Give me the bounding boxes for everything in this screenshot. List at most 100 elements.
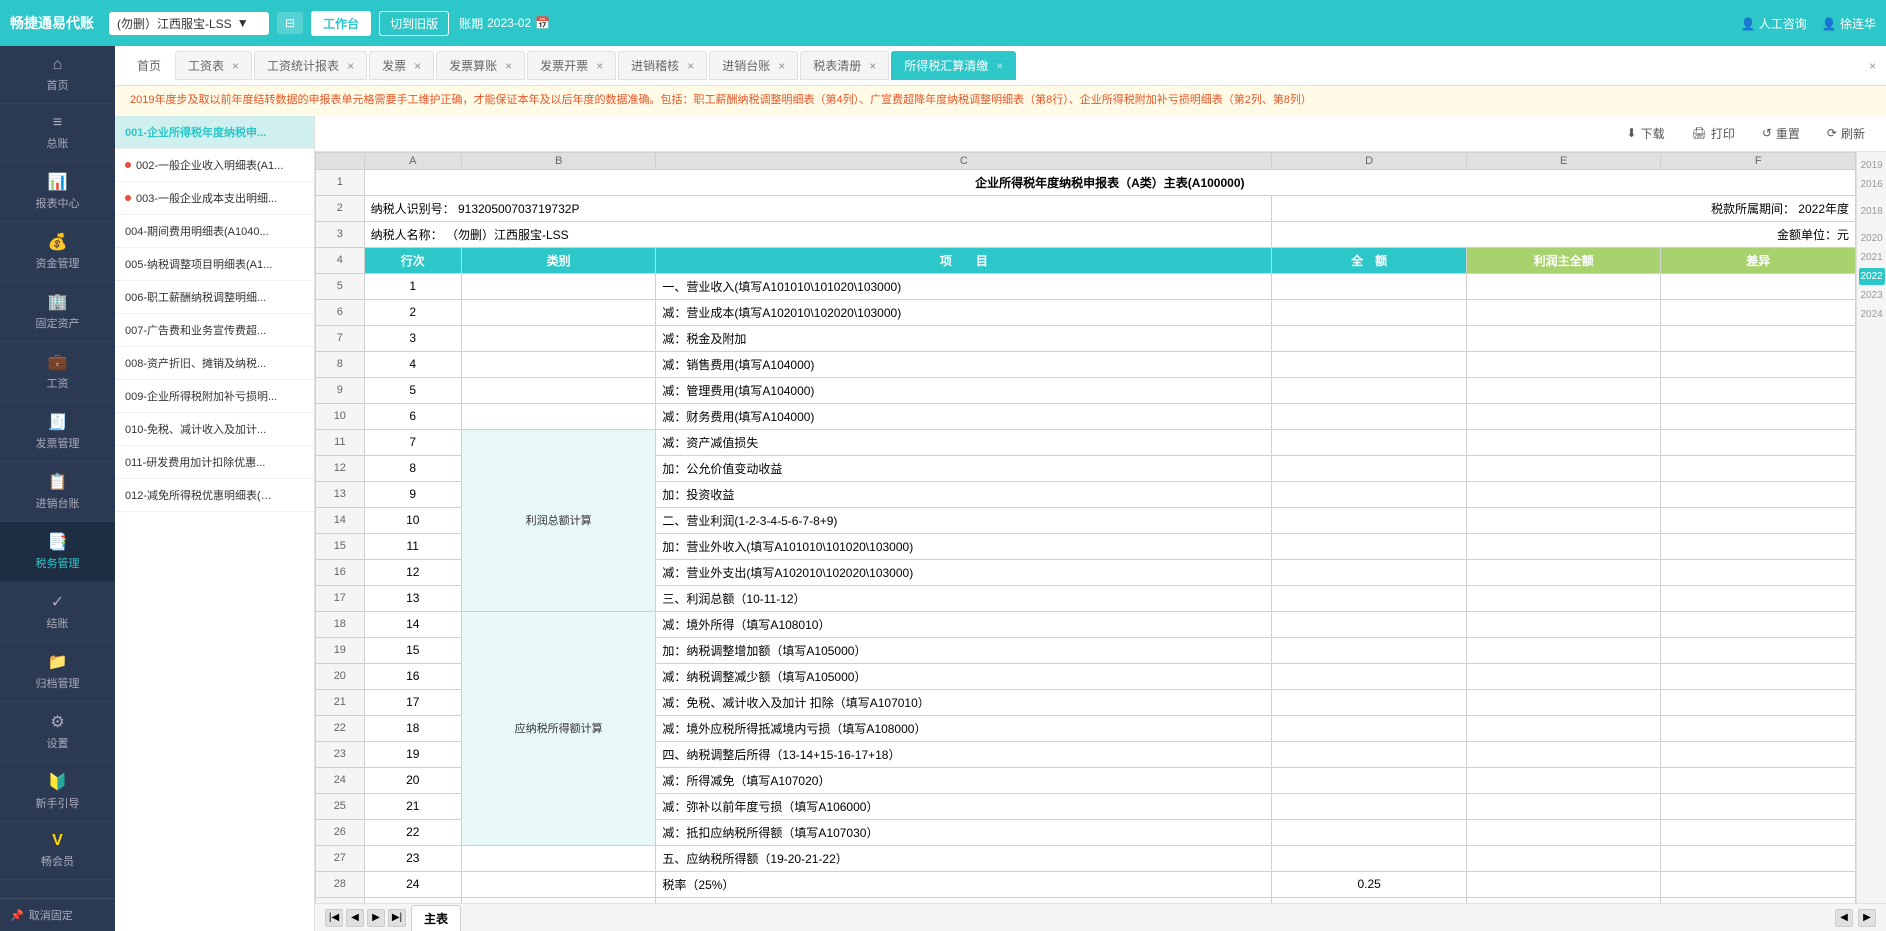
tab-sales-check[interactable]: 进销稽核 × bbox=[618, 51, 707, 80]
col-rownum bbox=[316, 152, 365, 169]
tab-invoice[interactable]: 发票 × bbox=[369, 51, 434, 80]
sidebar-item-archive[interactable]: 📁 归档管理 bbox=[0, 642, 115, 702]
year-2019[interactable]: 2019 bbox=[1859, 157, 1885, 174]
sheet-nav-prev[interactable]: ◀ bbox=[346, 909, 364, 927]
panel-item-006[interactable]: 006-职工薪酬纳税调整明细... bbox=[115, 281, 314, 314]
refresh-btn[interactable]: ⟳ 刷新 bbox=[1821, 122, 1871, 145]
sidebar-item-settlement[interactable]: ✓ 结账 bbox=[0, 582, 115, 642]
scroll-left-btn[interactable]: ◀ bbox=[1835, 909, 1853, 927]
sidebar-item-member[interactable]: V 畅会员 bbox=[0, 822, 115, 880]
year-2023[interactable]: 2023 bbox=[1859, 287, 1885, 304]
tab-tax-clear-close[interactable]: × bbox=[869, 59, 876, 73]
tab-salary[interactable]: 工资表 × bbox=[175, 51, 252, 80]
cut-to-old-btn[interactable]: 切到旧版 bbox=[379, 11, 449, 36]
reset-icon: ↺ bbox=[1762, 126, 1772, 140]
print-btn[interactable]: 🖨 打印 bbox=[1686, 122, 1741, 145]
tab-income-tax-close[interactable]: × bbox=[996, 59, 1003, 73]
sheet-nav-next-next[interactable]: ▶| bbox=[388, 909, 406, 927]
sheet-nav-prev-prev[interactable]: |◀ bbox=[325, 909, 343, 927]
tab-tax-clear[interactable]: 税表清册 × bbox=[800, 51, 889, 80]
sheet-tab-master[interactable]: 主表 bbox=[411, 905, 461, 931]
item-label-001: 001-企业所得税年度纳税申... bbox=[125, 124, 266, 140]
sidebar-item-salary[interactable]: 💼 工资 bbox=[0, 342, 115, 402]
panel-item-012[interactable]: 012-减免所得税优惠明细表(… bbox=[115, 479, 314, 512]
panel-item-002[interactable]: 002-一般企业收入明细表(A1... bbox=[115, 149, 314, 182]
year-2024[interactable]: 2024 bbox=[1859, 306, 1885, 323]
sidebar-label-invoice: 发票管理 bbox=[36, 435, 80, 451]
copy-btn[interactable]: ⊟ bbox=[277, 12, 303, 34]
row-num-4: 4 bbox=[316, 247, 365, 273]
close-all-btn[interactable]: × bbox=[1869, 59, 1876, 73]
tab-sales-check-close[interactable]: × bbox=[687, 59, 694, 73]
tab-tax-clear-label: 税表清册 bbox=[813, 57, 861, 74]
col-C: C bbox=[656, 152, 1272, 169]
tab-invoice-close[interactable]: × bbox=[414, 59, 421, 73]
main-table: A B C D E F bbox=[315, 152, 1856, 903]
table-row: 18 14 应纳税所得额计算 减：境外所得（填写A108010） bbox=[316, 611, 1856, 637]
year-2022[interactable]: 2022 bbox=[1859, 268, 1885, 285]
year-2018[interactable]: 2018 bbox=[1859, 203, 1885, 220]
tab-salary-close[interactable]: × bbox=[232, 59, 239, 73]
panel-item-004[interactable]: 004-期间费用明细表(A1040... bbox=[115, 215, 314, 248]
timeline: 2019 2016 2018 2020 2021 2022 2023 2024 bbox=[1856, 152, 1886, 903]
panel-item-011[interactable]: 011-研发费用加计扣除优惠... bbox=[115, 446, 314, 479]
sidebar-item-fixed-asset[interactable]: 🏢 固定资产 bbox=[0, 282, 115, 342]
sidebar-item-home[interactable]: ⌂ 首页 bbox=[0, 46, 115, 104]
sidebar-item-asset-mgmt[interactable]: 💰 资金管理 bbox=[0, 222, 115, 282]
tax-period-label: 税款所属期间： bbox=[1711, 202, 1795, 216]
dropdown-icon: ▼ bbox=[237, 16, 249, 30]
table-row: 8 4 减：销售费用(填写A104000) bbox=[316, 351, 1856, 377]
year-2021[interactable]: 2021 bbox=[1859, 249, 1885, 266]
tab-income-tax[interactable]: 所得税汇算清缴 × bbox=[891, 51, 1016, 80]
tab-salary-stat[interactable]: 工资统计报表 × bbox=[254, 51, 367, 80]
tab-invoice-calc[interactable]: 发票算账 × bbox=[436, 51, 525, 80]
panel-item-008[interactable]: 008-资产折旧、摊销及纳税... bbox=[115, 347, 314, 380]
tab-salary-stat-close[interactable]: × bbox=[347, 59, 354, 73]
col-letter-row: A B C D E F bbox=[316, 152, 1856, 169]
panel-item-001[interactable]: 001-企业所得税年度纳税申... bbox=[115, 116, 314, 149]
company-selector[interactable]: (勿删）江西服宝-LSS ▼ bbox=[109, 12, 269, 35]
scroll-right-btn[interactable]: ▶ bbox=[1858, 909, 1876, 927]
app-logo: 畅捷通易代账 bbox=[10, 13, 94, 33]
sidebar-item-settings[interactable]: ⚙ 设置 bbox=[0, 702, 115, 762]
main-layout: ⌂ 首页 ≡ 总账 📊 报表中心 💰 资金管理 🏢 固定资产 💼 工资 bbox=[0, 46, 1886, 931]
sidebar-item-guide[interactable]: 🔰 新手引导 bbox=[0, 762, 115, 822]
panel-item-003[interactable]: 003-一般企业成本支出明细... bbox=[115, 182, 314, 215]
table-row: 9 5 减：管理费用(填写A104000) bbox=[316, 377, 1856, 403]
pin-toggle[interactable]: 📌 取消固定 bbox=[0, 899, 115, 931]
right-panel: ⬇ 下载 🖨 打印 ↺ 重置 ⟳ 刷新 bbox=[315, 116, 1886, 931]
reset-btn[interactable]: ↺ 重置 bbox=[1756, 122, 1806, 145]
table-title: 企业所得税年度纳税申报表（A类）主表(A100000) bbox=[364, 169, 1855, 195]
year-2016[interactable]: 2016 bbox=[1859, 176, 1885, 193]
taxpayer-name-label: 纳税人名称： bbox=[371, 228, 443, 242]
tab-invoice-calc-close[interactable]: × bbox=[505, 59, 512, 73]
tab-sales-ledger[interactable]: 进销台账 × bbox=[709, 51, 798, 80]
settings-icon: ⚙ bbox=[50, 712, 64, 732]
print-label: 打印 bbox=[1711, 125, 1735, 142]
member-icon: V bbox=[52, 832, 63, 850]
tab-home[interactable]: 首页 bbox=[125, 52, 173, 79]
sheet-nav-next[interactable]: ▶ bbox=[367, 909, 385, 927]
panel-item-005[interactable]: 005-纳税调整项目明细表(A1... bbox=[115, 248, 314, 281]
sidebar-item-report[interactable]: 📊 报表中心 bbox=[0, 162, 115, 222]
item-label-005: 005-纳税调整项目明细表(A1... bbox=[125, 256, 272, 272]
sidebar-item-ledger[interactable]: ≡ 总账 bbox=[0, 104, 115, 162]
period-label: 账期 bbox=[459, 15, 483, 32]
tab-sales-ledger-close[interactable]: × bbox=[778, 59, 785, 73]
panel-item-009[interactable]: 009-企业所得税附加补亏损明... bbox=[115, 380, 314, 413]
sidebar-item-sales[interactable]: 📋 进销台账 bbox=[0, 462, 115, 522]
sidebar-item-invoice[interactable]: 🧾 发票管理 bbox=[0, 402, 115, 462]
tab-invoice-open[interactable]: 发票开票 × bbox=[527, 51, 616, 80]
workbench-btn[interactable]: 工作台 bbox=[311, 11, 371, 36]
year-2020[interactable]: 2020 bbox=[1859, 230, 1885, 247]
tax-period-cell: 税款所属期间： 2022年度 bbox=[1272, 195, 1856, 221]
col-header-quane: 全 额 bbox=[1272, 247, 1467, 273]
download-btn[interactable]: ⬇ 下载 bbox=[1621, 122, 1671, 145]
user-service-btn[interactable]: 👤 人工咨询 bbox=[1740, 15, 1806, 32]
unit-label: 金额单位：元 bbox=[1777, 228, 1849, 242]
panel-item-010[interactable]: 010-免税、减计收入及加计... bbox=[115, 413, 314, 446]
col-E: E bbox=[1466, 152, 1661, 169]
panel-item-007[interactable]: 007-广告费和业务宣传费超... bbox=[115, 314, 314, 347]
sidebar-item-tax[interactable]: 📑 税务管理 bbox=[0, 522, 115, 582]
tab-invoice-open-close[interactable]: × bbox=[596, 59, 603, 73]
